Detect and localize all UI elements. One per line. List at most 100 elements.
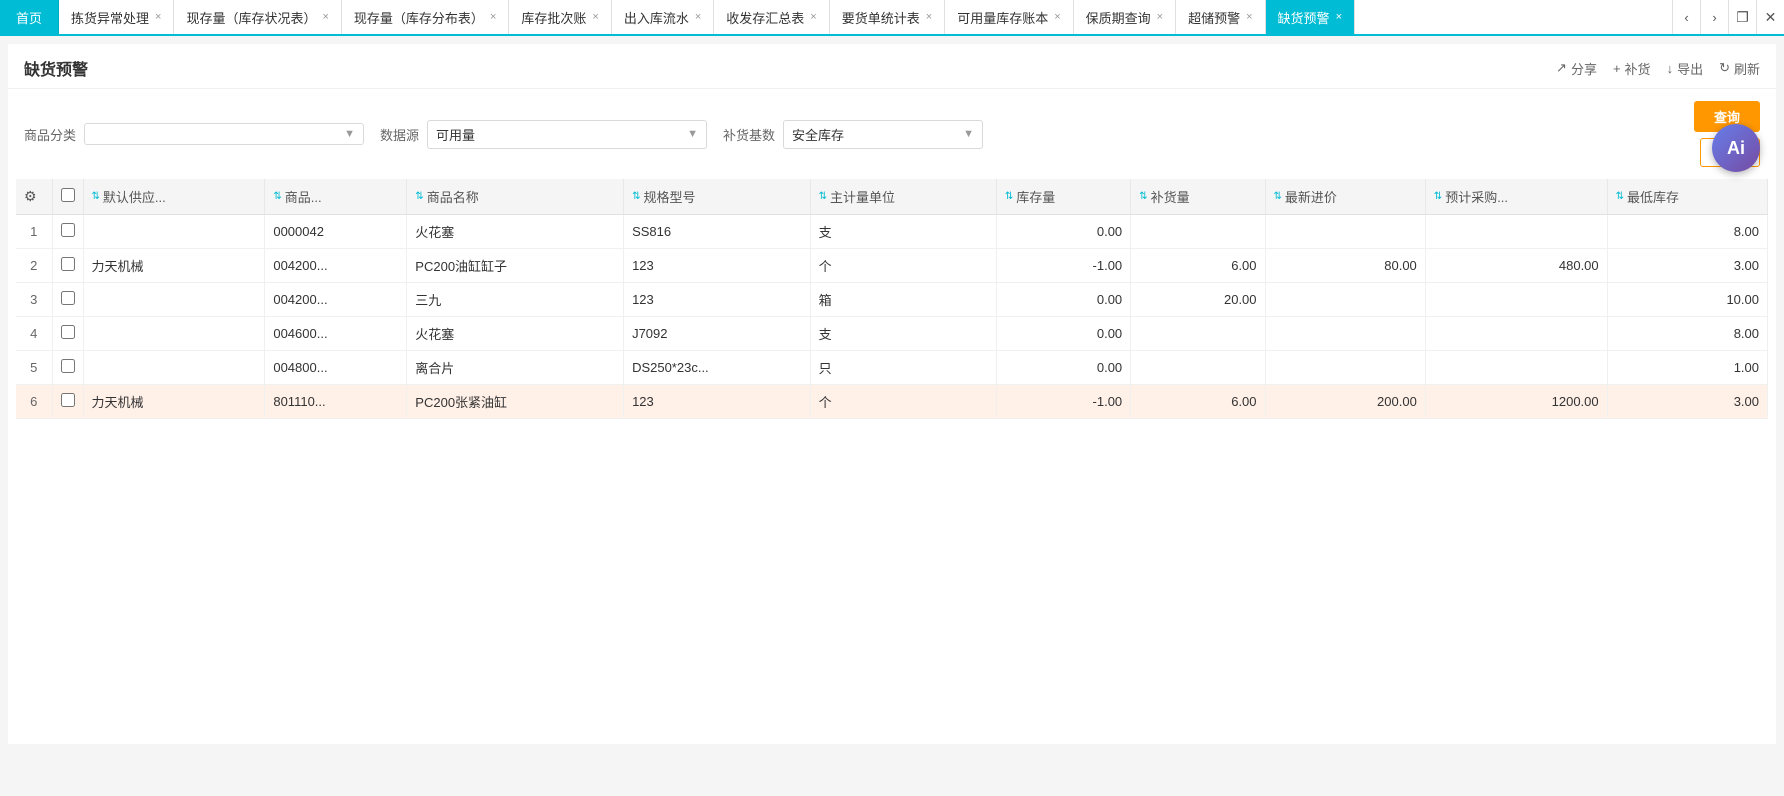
category-select[interactable]: ▼ [84, 123, 364, 145]
close-tab-3[interactable]: × [592, 11, 598, 23]
sort-code-icon: ⇅ [273, 191, 281, 202]
datasource-dropdown-icon: ▼ [687, 128, 698, 140]
row-checkbox[interactable] [61, 223, 75, 237]
cell-replenish-qty [1131, 351, 1265, 385]
th-product-code[interactable]: ⇅ 商品... [265, 179, 407, 215]
nav-tab-5[interactable]: 收发存汇总表 × [714, 0, 829, 35]
row-checkbox[interactable] [61, 393, 75, 407]
th-unit[interactable]: ⇅ 主计量单位 [810, 179, 996, 215]
cell-index: 4 [16, 317, 52, 351]
close-tab-8[interactable]: × [1157, 11, 1163, 23]
cell-supplier [83, 317, 265, 351]
cell-index: 1 [16, 215, 52, 249]
share-button[interactable]: ↗ 分享 [1556, 59, 1597, 78]
th-spec[interactable]: ⇅ 规格型号 [624, 179, 811, 215]
select-all-checkbox[interactable] [61, 188, 75, 202]
th-supplier[interactable]: ⇅ 默认供应... [83, 179, 265, 215]
cell-checkbox[interactable] [52, 249, 83, 283]
th-estimated-purchase[interactable]: ⇅ 预计采购... [1425, 179, 1607, 215]
sort-replenish-icon: ⇅ [1139, 191, 1147, 202]
cell-checkbox[interactable] [52, 215, 83, 249]
sort-price-icon: ⇅ [1274, 191, 1282, 202]
ai-assistant-button[interactable]: Ai [1712, 124, 1760, 172]
close-tab-7[interactable]: × [1054, 11, 1060, 23]
cell-product-code: 004200... [265, 283, 407, 317]
th-product-name[interactable]: ⇅ 商品名称 [407, 179, 624, 215]
nav-tab-8[interactable]: 保质期查询 × [1074, 0, 1176, 35]
th-min-stock[interactable]: ⇅ 最低库存 [1607, 179, 1767, 215]
table-row[interactable]: 5 004800... 离合片 DS250*23c... 只 0.00 1.00 [16, 351, 1768, 385]
table-row[interactable]: 6 力天机械 801110... PC200张紧油缸 123 个 -1.00 6… [16, 385, 1768, 419]
cell-index: 3 [16, 283, 52, 317]
nav-tab-3[interactable]: 库存批次账 × [509, 0, 611, 35]
th-settings[interactable]: ⚙ [16, 179, 52, 215]
cell-estimated-purchase [1425, 283, 1607, 317]
row-checkbox[interactable] [61, 291, 75, 305]
cell-spec: 123 [624, 249, 811, 283]
sort-spec-icon: ⇅ [632, 191, 640, 202]
export-button[interactable]: ↓ 导出 [1667, 59, 1704, 78]
close-tab-6[interactable]: × [926, 11, 932, 23]
category-dropdown-icon: ▼ [344, 128, 355, 140]
nav-tab-10[interactable]: 缺货预警 × [1266, 0, 1355, 35]
datasource-filter-group: 数据源 可用量 ▼ [380, 120, 707, 149]
close-tab-1[interactable]: × [322, 11, 328, 23]
cell-unit: 个 [810, 385, 996, 419]
cell-spec: DS250*23c... [624, 351, 811, 385]
row-checkbox[interactable] [61, 325, 75, 339]
table-row[interactable]: 3 004200... 三九 123 箱 0.00 20.00 10.00 [16, 283, 1768, 317]
nav-restore-btn[interactable]: ❐ [1728, 0, 1756, 35]
cell-latest-price: 200.00 [1265, 385, 1425, 419]
export-icon: ↓ [1667, 61, 1674, 76]
nav-tab-4[interactable]: 出入库流水 × [612, 0, 714, 35]
cell-supplier [83, 283, 265, 317]
cell-min-stock: 1.00 [1607, 351, 1767, 385]
cell-latest-price: 80.00 [1265, 249, 1425, 283]
cell-product-name: 火花塞 [407, 215, 624, 249]
table-row[interactable]: 2 力天机械 004200... PC200油缸缸子 123 个 -1.00 6… [16, 249, 1768, 283]
sort-stock-icon: ⇅ [1005, 191, 1013, 202]
nav-tab-6[interactable]: 要货单统计表 × [830, 0, 945, 35]
cell-estimated-purchase [1425, 215, 1607, 249]
nav-home[interactable]: 首页 [0, 0, 59, 35]
cell-checkbox[interactable] [52, 385, 83, 419]
refresh-button[interactable]: ↻ 刷新 [1719, 59, 1760, 78]
table-container: ⚙ ⇅ 默认供应... ⇅ 商品... [8, 179, 1776, 427]
row-checkbox[interactable] [61, 257, 75, 271]
cell-checkbox[interactable] [52, 317, 83, 351]
nav-tab-0[interactable]: 拣货异常处理 × [59, 0, 174, 35]
filter-bar: 商品分类 ▼ 数据源 可用量 ▼ 补货基数 安全库存 ▼ 查询 设置 [8, 89, 1776, 179]
close-tab-5[interactable]: × [810, 11, 816, 23]
table-row[interactable]: 1 0000042 火花塞 SS816 支 0.00 8.00 [16, 215, 1768, 249]
nav-next-btn[interactable]: › [1700, 0, 1728, 35]
close-tab-9[interactable]: × [1246, 11, 1252, 23]
datasource-select[interactable]: 可用量 ▼ [427, 120, 707, 149]
nav-tab-2[interactable]: 现存量（库存分布表） × [342, 0, 509, 35]
row-checkbox[interactable] [61, 359, 75, 373]
cell-product-code: 0000042 [265, 215, 407, 249]
datasource-label: 数据源 [380, 125, 419, 144]
nav-tab-7[interactable]: 可用量库存账本 × [945, 0, 1073, 35]
refresh-icon: ↻ [1719, 60, 1730, 76]
th-stock[interactable]: ⇅ 库存量 [996, 179, 1130, 215]
nav-tab-1[interactable]: 现存量（库存状况表） × [174, 0, 341, 35]
table-row[interactable]: 4 004600... 火花塞 J7092 支 0.00 8.00 [16, 317, 1768, 351]
close-tab-4[interactable]: × [695, 11, 701, 23]
th-replenish-qty[interactable]: ⇅ 补货量 [1131, 179, 1265, 215]
top-navigation: 首页 拣货异常处理 × 现存量（库存状况表） × 现存量（库存分布表） × 库存… [0, 0, 1784, 36]
page-header: 缺货预警 ↗ 分享 + 补货 ↓ 导出 ↻ 刷新 [8, 44, 1776, 89]
th-latest-price[interactable]: ⇅ 最新进价 [1265, 179, 1425, 215]
replenish-button[interactable]: + 补货 [1613, 59, 1651, 78]
cell-checkbox[interactable] [52, 351, 83, 385]
category-label: 商品分类 [24, 125, 76, 144]
close-tab-10[interactable]: × [1336, 11, 1342, 23]
nav-prev-btn[interactable]: ‹ [1672, 0, 1700, 35]
close-tab-2[interactable]: × [490, 11, 496, 23]
cell-checkbox[interactable] [52, 283, 83, 317]
nav-close-btn[interactable]: ✕ [1756, 0, 1784, 35]
gear-icon[interactable]: ⚙ [24, 188, 37, 204]
cell-latest-price [1265, 351, 1425, 385]
replenish-base-select[interactable]: 安全库存 ▼ [783, 120, 983, 149]
nav-tab-9[interactable]: 超储预警 × [1176, 0, 1265, 35]
close-tab-0[interactable]: × [155, 11, 161, 23]
